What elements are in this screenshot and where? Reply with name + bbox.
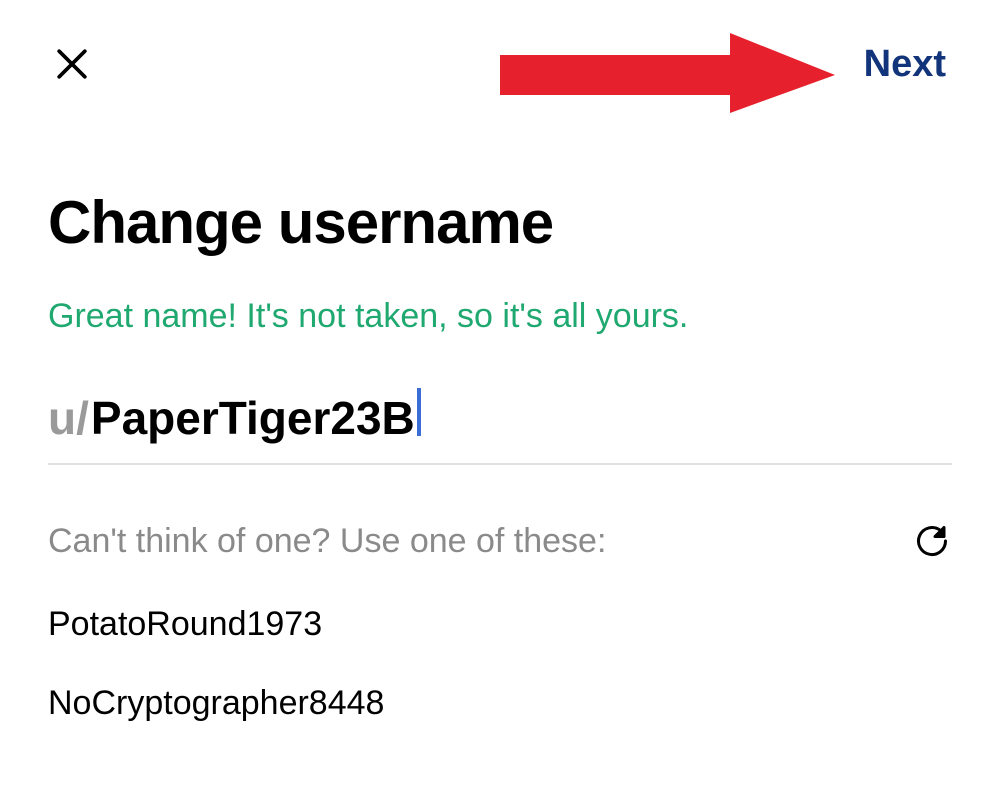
page-title: Change username (48, 188, 952, 257)
suggestions-list: PotatoRound1973 NoCryptographer8448 (48, 605, 952, 723)
refresh-icon (914, 523, 950, 559)
close-button[interactable] (48, 40, 96, 88)
suggestions-label: Can't think of one? Use one of these: (48, 522, 606, 561)
suggestion-item[interactable]: PotatoRound1973 (48, 605, 952, 644)
username-value: PaperTiger23B (91, 391, 415, 445)
suggestion-item[interactable]: NoCryptographer8448 (48, 684, 952, 723)
refresh-suggestions-button[interactable] (912, 521, 952, 561)
username-input[interactable]: u/ PaperTiger23B (48, 386, 952, 465)
text-cursor (417, 388, 421, 436)
username-prefix: u/ (48, 391, 89, 445)
close-icon (50, 42, 94, 86)
status-message: Great name! It's not taken, so it's all … (48, 297, 952, 336)
next-button[interactable]: Next (864, 43, 952, 86)
